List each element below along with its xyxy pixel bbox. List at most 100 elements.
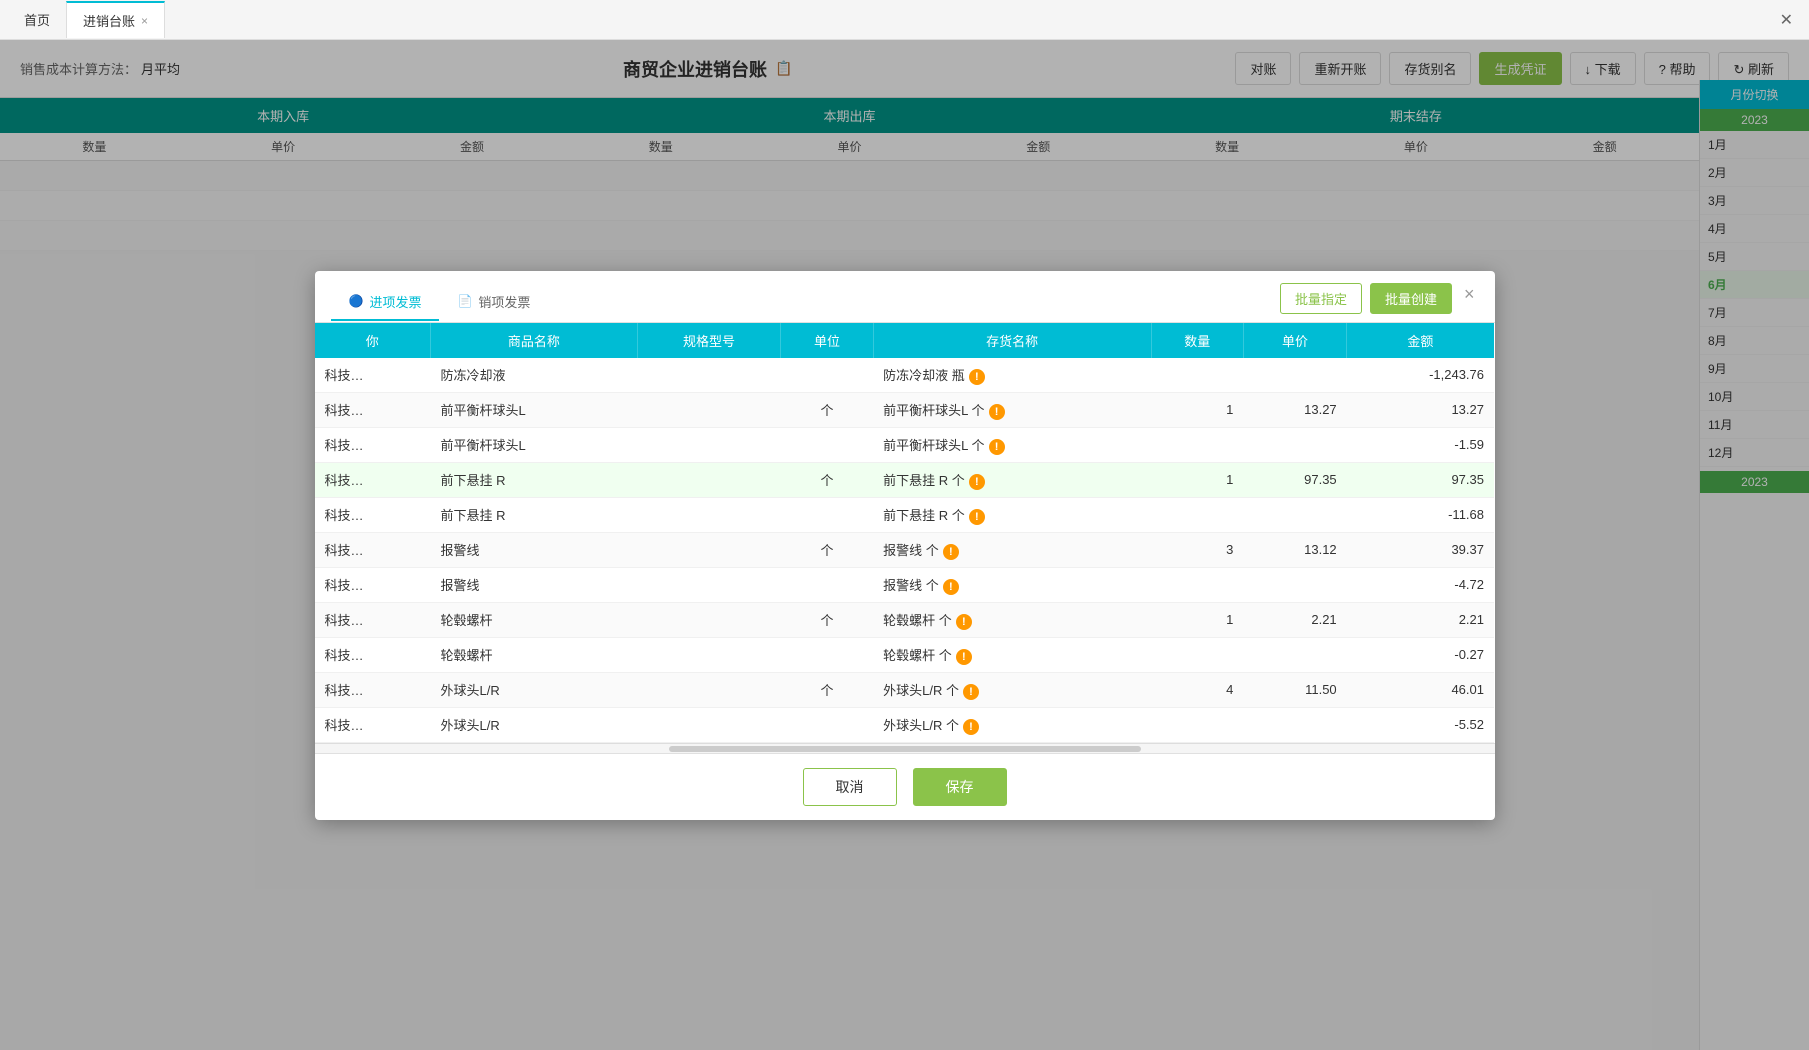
cell-3-6: 97.35: [1243, 462, 1346, 497]
warning-icon: !: [943, 579, 959, 595]
cell-0-7: -1,243.76: [1347, 358, 1494, 393]
cell-0-5: [1151, 358, 1243, 393]
cell-9-2: [637, 672, 780, 707]
cell-6-3: [781, 567, 873, 602]
warning-icon: !: [963, 684, 979, 700]
cell-7-6: 2.21: [1243, 602, 1346, 637]
cell-5-3: 个: [781, 532, 873, 567]
cell-3-0: 科技…: [315, 462, 431, 497]
cell-9-4: 外球头L/R 个!: [873, 672, 1151, 707]
cell-5-2: [637, 532, 780, 567]
cell-5-5: 3: [1151, 532, 1243, 567]
cell-10-3: [781, 707, 873, 742]
batch-create-button[interactable]: 批量创建: [1370, 283, 1452, 314]
cell-6-2: [637, 567, 780, 602]
cell-6-0: 科技…: [315, 567, 431, 602]
cell-9-0: 科技…: [315, 672, 431, 707]
cell-1-2: [637, 392, 780, 427]
modal-body: 你 商品名称 规格型号 单位 存货名称 数量 单价 金额 科技…防冻冷: [315, 323, 1495, 753]
cell-6-1: 报警线: [430, 567, 637, 602]
cell-2-5: [1151, 427, 1243, 462]
cell-3-1: 前下悬挂 R: [430, 462, 637, 497]
cell-4-0: 科技…: [315, 497, 431, 532]
tab-incoming-invoice[interactable]: 🔵 进项发票: [331, 284, 440, 321]
cell-8-6: [1243, 637, 1346, 672]
tab-close-icon[interactable]: ×: [141, 14, 148, 28]
cell-1-5: 1: [1151, 392, 1243, 427]
cell-2-0: 科技…: [315, 427, 431, 462]
window-close-button[interactable]: ✕: [1772, 6, 1801, 34]
cell-9-1: 外球头L/R: [430, 672, 637, 707]
cell-7-3: 个: [781, 602, 873, 637]
cell-2-7: -1.59: [1347, 427, 1494, 462]
modal-close-button[interactable]: ×: [1460, 284, 1479, 305]
cell-2-2: [637, 427, 780, 462]
modal-header: 🔵 进项发票 📄 销项发票 批量指定 批量创建 ×: [315, 271, 1495, 323]
cell-5-0: 科技…: [315, 532, 431, 567]
warning-icon: !: [963, 719, 979, 735]
cell-7-2: [637, 602, 780, 637]
cell-7-0: 科技…: [315, 602, 431, 637]
cell-4-1: 前下悬挂 R: [430, 497, 637, 532]
cell-6-7: -4.72: [1347, 567, 1494, 602]
modal-header-actions: 批量指定 批量创建 ×: [1280, 283, 1479, 322]
cell-5-4: 报警线 个!: [873, 532, 1151, 567]
table-row: 科技…轮毂螺杆轮毂螺杆 个!-0.27: [315, 637, 1495, 672]
batch-assign-button[interactable]: 批量指定: [1280, 283, 1362, 314]
th-col1: 你: [315, 323, 431, 358]
warning-icon: !: [969, 369, 985, 385]
cell-3-4: 前下悬挂 R 个!: [873, 462, 1151, 497]
cell-9-7: 46.01: [1347, 672, 1494, 707]
cell-0-0: 科技…: [315, 358, 431, 393]
cell-8-4: 轮毂螺杆 个!: [873, 637, 1151, 672]
incoming-tab-icon: 🔵: [349, 294, 364, 308]
cell-8-2: [637, 637, 780, 672]
home-tab[interactable]: 首页: [8, 2, 66, 37]
active-tab[interactable]: 进销台账 ×: [66, 1, 165, 38]
cell-1-7: 13.27: [1347, 392, 1494, 427]
cell-10-4: 外球头L/R 个!: [873, 707, 1151, 742]
table-row: 科技…防冻冷却液防冻冷却液 瓶!-1,243.76: [315, 358, 1495, 393]
table-row: 科技…前下悬挂 R个前下悬挂 R 个!197.3597.35: [315, 462, 1495, 497]
cell-8-5: [1151, 637, 1243, 672]
cell-1-6: 13.27: [1243, 392, 1346, 427]
tab-outgoing-invoice[interactable]: 📄 销项发票: [439, 284, 548, 321]
cell-2-1: 前平衡杆球头L: [430, 427, 637, 462]
cell-2-3: [781, 427, 873, 462]
table-row: 科技…前下悬挂 R前下悬挂 R 个!-11.68: [315, 497, 1495, 532]
table-row: 科技…外球头L/R个外球头L/R 个!411.5046.01: [315, 672, 1495, 707]
cell-4-3: [781, 497, 873, 532]
horizontal-scrollbar[interactable]: [315, 743, 1495, 753]
warning-icon: !: [969, 509, 985, 525]
top-bar-right: ✕: [1772, 6, 1801, 34]
cell-10-5: [1151, 707, 1243, 742]
cell-7-4: 轮毂螺杆 个!: [873, 602, 1151, 637]
cell-2-6: [1243, 427, 1346, 462]
cell-4-7: -11.68: [1347, 497, 1494, 532]
cell-3-5: 1: [1151, 462, 1243, 497]
cell-5-6: 13.12: [1243, 532, 1346, 567]
table-row: 科技…报警线 报警线 个! -4.72: [315, 567, 1495, 602]
cell-1-4: 前平衡杆球头L 个!: [873, 392, 1151, 427]
warning-icon: !: [969, 474, 985, 490]
cell-8-0: 科技…: [315, 637, 431, 672]
cell-9-5: 4: [1151, 672, 1243, 707]
cell-4-2: [637, 497, 780, 532]
cell-2-4: 前平衡杆球头L 个!: [873, 427, 1151, 462]
table-row: 科技…前平衡杆球头L 前平衡杆球头L 个! -1.59: [315, 427, 1495, 462]
main-content: 销售成本计算方法： 月平均 商贸企业进销台账 📋 对账 重新开账 存货别名 生成…: [0, 40, 1809, 1050]
cell-6-4: 报警线 个!: [873, 567, 1151, 602]
warning-icon: !: [956, 614, 972, 630]
modal-footer: 取消 保存: [315, 753, 1495, 820]
cancel-button[interactable]: 取消: [803, 768, 897, 806]
modal-dialog: 🔵 进项发票 📄 销项发票 批量指定 批量创建 ×: [315, 271, 1495, 820]
warning-icon: !: [989, 439, 1005, 455]
table-row: 科技…轮毂螺杆个轮毂螺杆 个!12.212.21: [315, 602, 1495, 637]
modal-scroll-area[interactable]: 你 商品名称 规格型号 单位 存货名称 数量 单价 金额 科技…防冻冷: [315, 323, 1495, 743]
save-button[interactable]: 保存: [913, 768, 1007, 806]
cell-8-3: [781, 637, 873, 672]
cell-8-1: 轮毂螺杆: [430, 637, 637, 672]
top-bar: 首页 进销台账 × ✕: [0, 0, 1809, 40]
table-row: 科技…前平衡杆球头L个前平衡杆球头L 个!113.2713.27: [315, 392, 1495, 427]
cell-10-7: -5.52: [1347, 707, 1494, 742]
